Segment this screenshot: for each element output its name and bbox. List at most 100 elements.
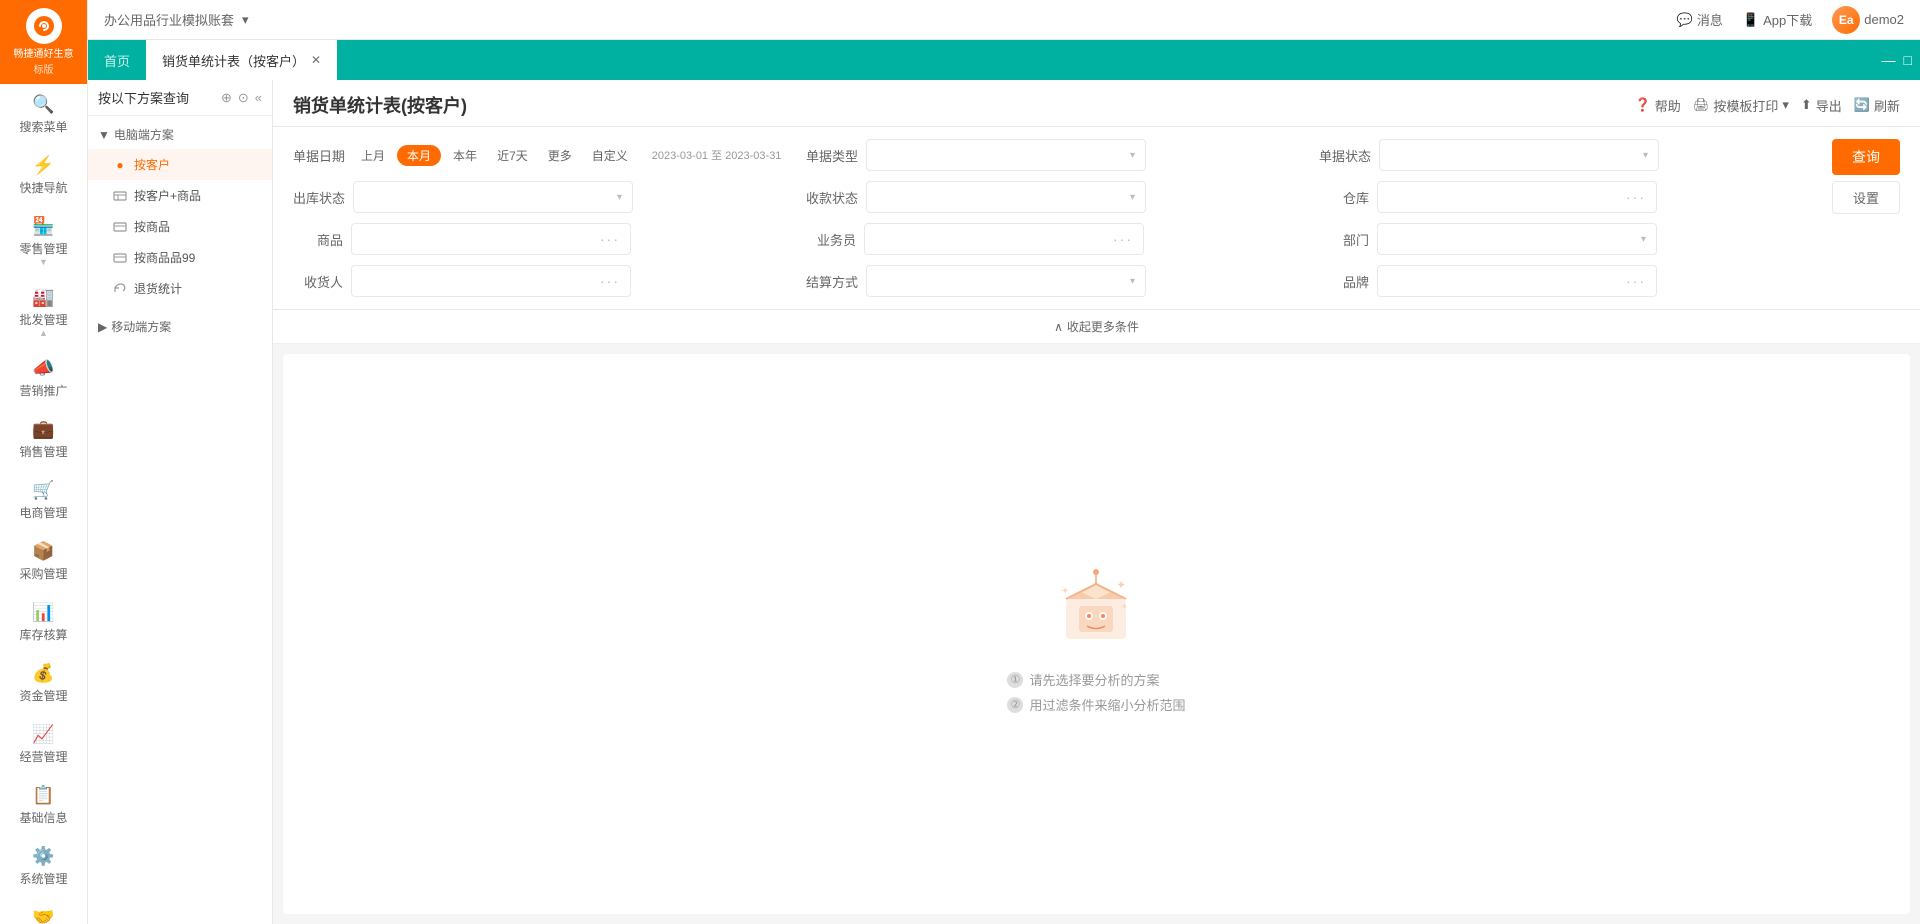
svg-text:✦: ✦ — [1121, 602, 1128, 611]
marketing-icon: 📣 — [32, 358, 54, 379]
scheme-item-return-stats[interactable]: 退货统计 — [88, 273, 272, 304]
date-tab-last-month[interactable]: 上月 — [353, 145, 393, 166]
warehouse-dots: ··· — [1626, 189, 1646, 205]
tab-home-label: 首页 — [104, 51, 130, 70]
sidebar-item-sales[interactable]: 💼 销售管理 — [0, 409, 87, 470]
app-download-label: App下载 — [1763, 10, 1812, 29]
enterprise-icon: 🤝 — [32, 907, 54, 924]
sidebar-item-ecommerce[interactable]: 🛒 电商管理 — [0, 470, 87, 531]
help-icon: ❓ — [1635, 97, 1651, 113]
date-tab-custom[interactable]: 自定义 — [584, 145, 636, 166]
tab-close-icon[interactable]: ✕ — [311, 53, 321, 67]
collapse-row: ∧ 收起更多条件 — [273, 310, 1920, 344]
sidebar-item-enterprise[interactable]: 🤝 企业协同 — [0, 897, 87, 924]
sidebar-item-shortcut[interactable]: ⚡ 快捷导航 — [0, 145, 87, 206]
help-label: 帮助 — [1655, 96, 1681, 115]
date-range: 2023-03-01 至 2023-03-31 — [652, 147, 782, 163]
date-tab-more[interactable]: 更多 — [540, 145, 580, 166]
scheme-item-by-customer-goods[interactable]: 按客户+商品 — [88, 180, 272, 211]
date-tab-last7[interactable]: 近7天 — [489, 145, 536, 166]
sidebar-item-label: 销售管理 — [19, 443, 67, 460]
filter-cell-brand: 品牌 ··· — [1319, 265, 1820, 297]
sidebar-item-finance[interactable]: 💰 资金管理 — [0, 653, 87, 714]
operations-icon: 📈 — [32, 724, 54, 745]
receiver-select[interactable]: ··· — [351, 265, 631, 297]
sidebar-item-system[interactable]: ⚙️ 系统管理 — [0, 836, 87, 897]
bill-type-select[interactable]: ▾ — [866, 139, 1146, 171]
department-select[interactable]: ▾ — [1377, 223, 1657, 255]
collapse-label: 收起更多条件 — [1067, 318, 1139, 335]
group-expand-icon: ▼ — [98, 128, 110, 142]
basic-icon: 📋 — [32, 785, 54, 806]
refresh-icon: 🔄 — [1854, 97, 1870, 113]
scheme-item-by-customer[interactable]: ● 按客户 — [88, 149, 272, 180]
filter-cell-date: 单据日期 上月 本月 本年 近7天 更多 自定义 — [293, 145, 794, 166]
settings-scheme-icon[interactable]: ⊙ — [238, 90, 249, 106]
out-status-arrow: ▾ — [617, 192, 622, 203]
filter-cell-warehouse: 仓库 ··· — [1319, 181, 1820, 213]
messages-label: 消息 — [1697, 10, 1723, 29]
out-status-select[interactable]: ▾ — [353, 181, 633, 213]
date-tab-this-month[interactable]: 本月 — [397, 145, 441, 166]
customer-goods-icon — [112, 188, 128, 204]
sidebar-item-label: 系统管理 — [19, 870, 67, 887]
logo-text: 畅捷通好生意 — [14, 48, 74, 61]
logo-area[interactable]: 畅捷通好生意 标版 — [0, 0, 88, 84]
maximize-icon[interactable]: □ — [1904, 52, 1912, 68]
receipt-status-select[interactable]: ▾ — [866, 181, 1146, 213]
filter-cell-bill-status: 单据状态 ▾ — [1319, 139, 1820, 171]
tab-bar: 首页 销货单统计表（按客户） ✕ — □ — [88, 40, 1920, 80]
collapse-panel-icon[interactable]: « — [255, 90, 262, 106]
sidebar-item-operations[interactable]: 📈 经营管理 — [0, 714, 87, 775]
sidebar-item-inventory[interactable]: 📊 库存核算 — [0, 592, 87, 653]
bill-type-label: 单据类型 — [806, 146, 858, 165]
add-scheme-icon[interactable]: ⊕ — [221, 90, 232, 106]
sidebar-item-wholesale[interactable]: 🏭 批发管理 ▲ — [0, 277, 87, 348]
minimize-icon[interactable]: — — [1882, 52, 1896, 68]
dropdown-arrow[interactable]: ▾ — [242, 12, 249, 28]
scheme-group-mobile-title[interactable]: ▶ 移动端方案 — [88, 312, 272, 341]
goods-select[interactable]: ··· — [351, 223, 631, 255]
sidebar-item-purchase[interactable]: 📦 采购管理 — [0, 531, 87, 592]
template-print-btn[interactable]: 🖨 按模板打印 ▾ — [1693, 96, 1789, 115]
salesperson-select[interactable]: ··· — [864, 223, 1144, 255]
query-button[interactable]: 查询 — [1832, 139, 1900, 175]
sidebar-item-basic[interactable]: 📋 基础信息 — [0, 775, 87, 836]
filter-cell-bill-type: 单据类型 ▾ — [806, 139, 1307, 171]
scheme-group-pc: ▼ 电脑端方案 ● 按客户 按客户+商品 — [88, 116, 272, 308]
receipt-status-arrow: ▾ — [1130, 192, 1135, 203]
messages-btn[interactable]: 💬 消息 — [1677, 10, 1723, 29]
date-tab-this-year[interactable]: 本年 — [445, 145, 485, 166]
brand-select[interactable]: ··· — [1377, 265, 1657, 297]
export-btn[interactable]: ⬆ 导出 — [1801, 96, 1842, 115]
settings-button[interactable]: 设置 — [1832, 181, 1900, 214]
help-btn[interactable]: ❓ 帮助 — [1635, 96, 1681, 115]
scheme-group-pc-title[interactable]: ▼ 电脑端方案 — [88, 120, 272, 149]
sidebar-item-retail[interactable]: 🏪 零售管理 ▼ — [0, 206, 87, 277]
scheme-item-by-goods[interactable]: 按商品 — [88, 211, 272, 242]
sidebar-item-search[interactable]: 🔍 搜索菜单 — [0, 84, 87, 145]
sidebar-item-marketing[interactable]: 📣 营销推广 — [0, 348, 87, 409]
page-content: 按以下方案查询 ⊕ ⊙ « ▼ 电脑端方案 ● 按客户 — [88, 80, 1920, 924]
sidebar: 畅捷通好生意 标版 🔍 搜索菜单 ⚡ 快捷导航 🏪 零售管理 ▼ 🏭 批发管理 … — [0, 0, 88, 924]
filter-cell-out-status: 出库状态 ▾ — [293, 181, 794, 213]
group-label: 移动端方案 — [111, 318, 171, 335]
main-area: 办公用品行业模拟账套 ▾ 💬 消息 📱 App下载 Ea demo2 首页 — [88, 0, 1920, 924]
settlement-select[interactable]: ▾ — [866, 265, 1146, 297]
tab-home[interactable]: 首页 — [88, 40, 146, 80]
goods-dots: ··· — [600, 231, 620, 247]
scheme-item-by-goods-99[interactable]: 按商品品99 — [88, 242, 272, 273]
refresh-label: 刷新 — [1874, 96, 1900, 115]
sidebar-item-label: 电商管理 — [19, 504, 67, 521]
bill-status-select[interactable]: ▾ — [1379, 139, 1659, 171]
app-download-btn[interactable]: 📱 App下载 — [1743, 10, 1812, 29]
department-label: 部门 — [1319, 230, 1369, 249]
user-menu[interactable]: Ea demo2 — [1832, 6, 1904, 34]
refresh-btn[interactable]: 🔄 刷新 — [1854, 96, 1900, 115]
search-icon: 🔍 — [32, 94, 54, 115]
warehouse-select[interactable]: ··· — [1377, 181, 1657, 213]
scheme-group-mobile: ▶ 移动端方案 — [88, 308, 272, 345]
tab-sales-stats[interactable]: 销货单统计表（按客户） ✕ — [146, 40, 337, 80]
sales-icon: 💼 — [32, 419, 54, 440]
collapse-btn[interactable]: ∧ 收起更多条件 — [1054, 318, 1139, 335]
